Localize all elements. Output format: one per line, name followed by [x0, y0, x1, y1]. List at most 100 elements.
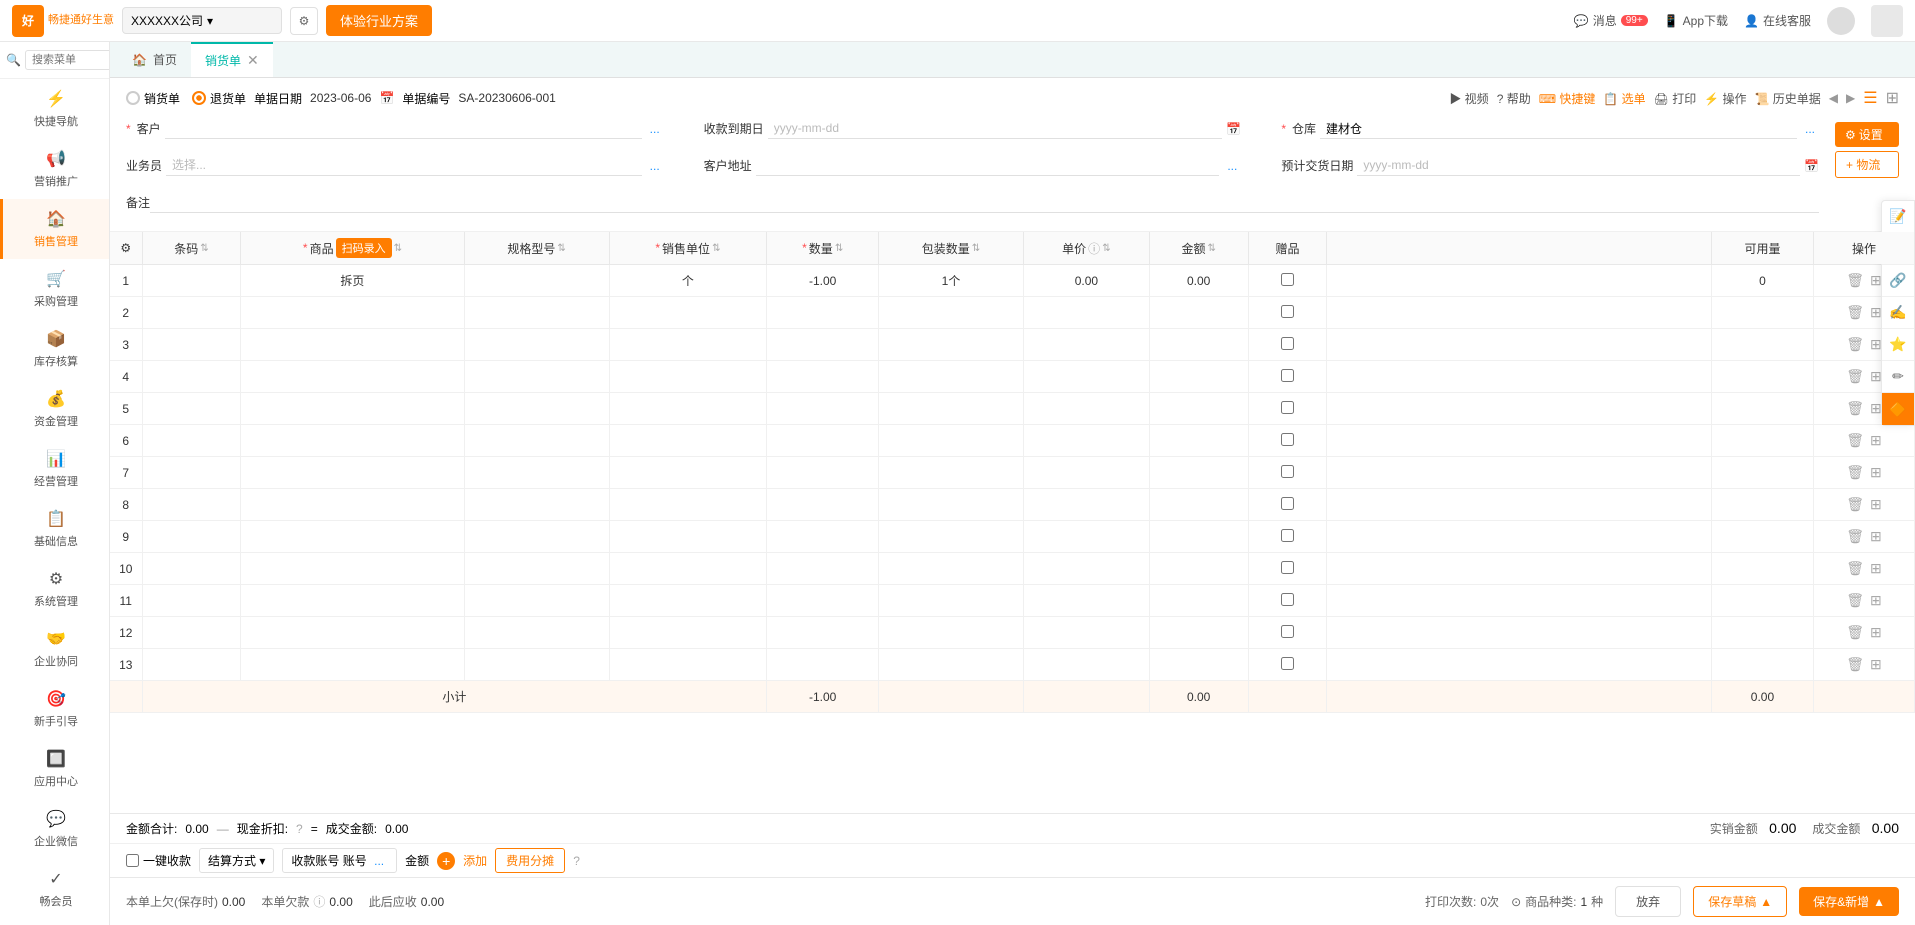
sidebar-item-basic-info[interactable]: 📋 基础信息 — [0, 499, 109, 559]
r7-amount[interactable] — [1149, 457, 1248, 489]
history-button[interactable]: 📜 历史单据 — [1755, 90, 1821, 107]
r9-product[interactable] — [241, 521, 464, 553]
r11-amount[interactable] — [1149, 585, 1248, 617]
next-icon[interactable]: ▶ — [1846, 91, 1855, 105]
r4-gift-checkbox[interactable] — [1281, 369, 1294, 382]
r13-gift[interactable] — [1248, 649, 1327, 681]
r12-gift[interactable] — [1248, 617, 1327, 649]
r10-price[interactable] — [1023, 553, 1149, 585]
row-1-spec[interactable] — [464, 265, 609, 297]
r12-gift-checkbox[interactable] — [1281, 625, 1294, 638]
r7-barcode[interactable] — [142, 457, 241, 489]
discount-info-icon[interactable]: ? — [296, 822, 303, 836]
r8-spec[interactable] — [464, 489, 609, 521]
r12-delete[interactable]: 🗑 — [1846, 624, 1864, 641]
r2-product[interactable] — [241, 297, 464, 329]
sidebar-item-guide[interactable]: 🎯 新手引导 — [0, 679, 109, 739]
one-click-pay-checkbox[interactable]: 一键收款 — [126, 852, 191, 869]
r13-qty[interactable] — [767, 649, 879, 681]
r11-spec[interactable] — [464, 585, 609, 617]
online-service-button[interactable]: 👤 在线客服 — [1744, 12, 1811, 29]
r5-gift-checkbox[interactable] — [1281, 401, 1294, 414]
shortcut-button[interactable]: ⌨ 快捷键 — [1539, 90, 1596, 107]
r3-barcode[interactable] — [142, 329, 241, 361]
r12-pkg[interactable] — [879, 617, 1024, 649]
sidebar-item-quick-nav[interactable]: ⚡ 快捷导航 — [0, 79, 109, 139]
date-picker-icon[interactable]: 📅 — [379, 91, 394, 105]
r4-barcode[interactable] — [142, 361, 241, 393]
pay-method-selector[interactable]: 结算方式 ▾ — [199, 848, 274, 873]
r11-price[interactable] — [1023, 585, 1149, 617]
r12-price[interactable] — [1023, 617, 1149, 649]
r10-barcode[interactable] — [142, 553, 241, 585]
r7-price[interactable] — [1023, 457, 1149, 489]
r4-price[interactable] — [1023, 361, 1149, 393]
r11-qty[interactable] — [767, 585, 879, 617]
r12-barcode[interactable] — [142, 617, 241, 649]
sidebar-item-finance[interactable]: 💰 资金管理 — [0, 379, 109, 439]
operation-button[interactable]: ⚡ 操作 — [1704, 90, 1746, 107]
customer-address-input[interactable] — [756, 155, 1220, 176]
r8-barcode[interactable] — [142, 489, 241, 521]
r13-delete[interactable]: 🗑 — [1846, 656, 1864, 673]
account-selector[interactable]: 收款账号 账号 ... — [282, 848, 397, 873]
r3-pkg[interactable] — [879, 329, 1024, 361]
fee-split-button[interactable]: 费用分摊 — [495, 848, 565, 873]
r3-gift[interactable] — [1248, 329, 1327, 361]
r12-unit[interactable] — [609, 617, 767, 649]
payment-due-calendar-icon[interactable]: 📅 — [1226, 122, 1241, 136]
r2-qty[interactable] — [767, 297, 879, 329]
r9-amount[interactable] — [1149, 521, 1248, 553]
r3-spec[interactable] — [464, 329, 609, 361]
th-settings[interactable]: ⚙ — [110, 232, 142, 265]
r13-amount[interactable] — [1149, 649, 1248, 681]
r9-qty[interactable] — [767, 521, 879, 553]
r4-product[interactable] — [241, 361, 464, 393]
one-click-checkbox[interactable] — [126, 854, 139, 867]
r3-amount[interactable] — [1149, 329, 1248, 361]
r6-amount[interactable] — [1149, 425, 1248, 457]
r3-price[interactable] — [1023, 329, 1149, 361]
r11-product[interactable] — [241, 585, 464, 617]
right-tool-orange[interactable]: 🔶 — [1882, 393, 1914, 425]
r10-amount[interactable] — [1149, 553, 1248, 585]
user-avatar[interactable] — [1827, 7, 1855, 35]
r8-gift[interactable] — [1248, 489, 1327, 521]
r6-price[interactable] — [1023, 425, 1149, 457]
r13-gift-checkbox[interactable] — [1281, 657, 1294, 670]
r3-delete[interactable]: 🗑 — [1846, 336, 1864, 353]
r2-barcode[interactable] — [142, 297, 241, 329]
r9-delete[interactable]: 🗑 — [1846, 528, 1864, 545]
r8-copy[interactable]: ⊞ — [1870, 496, 1882, 513]
r2-price[interactable] — [1023, 297, 1149, 329]
r8-gift-checkbox[interactable] — [1281, 497, 1294, 510]
r5-copy[interactable]: ⊞ — [1870, 400, 1882, 417]
r13-copy[interactable]: ⊞ — [1870, 656, 1882, 673]
r10-gift[interactable] — [1248, 553, 1327, 585]
r2-amount[interactable] — [1149, 297, 1248, 329]
abandon-button[interactable]: 放弃 — [1615, 886, 1681, 917]
r2-copy[interactable]: ⊞ — [1870, 304, 1882, 321]
r4-qty[interactable] — [767, 361, 879, 393]
r6-qty[interactable] — [767, 425, 879, 457]
payment-due-input[interactable] — [768, 118, 1223, 139]
r12-qty[interactable] — [767, 617, 879, 649]
r2-delete[interactable]: 🗑 — [1846, 304, 1864, 321]
r10-copy[interactable]: ⊞ — [1870, 560, 1882, 577]
r6-spec[interactable] — [464, 425, 609, 457]
account-more-btn[interactable]: ... — [370, 854, 388, 868]
r6-copy[interactable]: ⊞ — [1870, 432, 1882, 449]
r10-spec[interactable] — [464, 553, 609, 585]
r11-unit[interactable] — [609, 585, 767, 617]
r9-barcode[interactable] — [142, 521, 241, 553]
warehouse-input[interactable] — [1320, 118, 1797, 139]
r9-unit[interactable] — [609, 521, 767, 553]
add-payment-button[interactable]: + — [437, 852, 455, 870]
setting-btn[interactable]: ⚙ 设置 — [1835, 122, 1899, 147]
app-download-button[interactable]: 📱 App下载 — [1664, 12, 1728, 29]
r13-price[interactable] — [1023, 649, 1149, 681]
r3-qty[interactable] — [767, 329, 879, 361]
sidebar-search-input[interactable] — [25, 50, 110, 70]
r8-amount[interactable] — [1149, 489, 1248, 521]
radio-return-order[interactable]: 退货单 — [192, 90, 246, 107]
